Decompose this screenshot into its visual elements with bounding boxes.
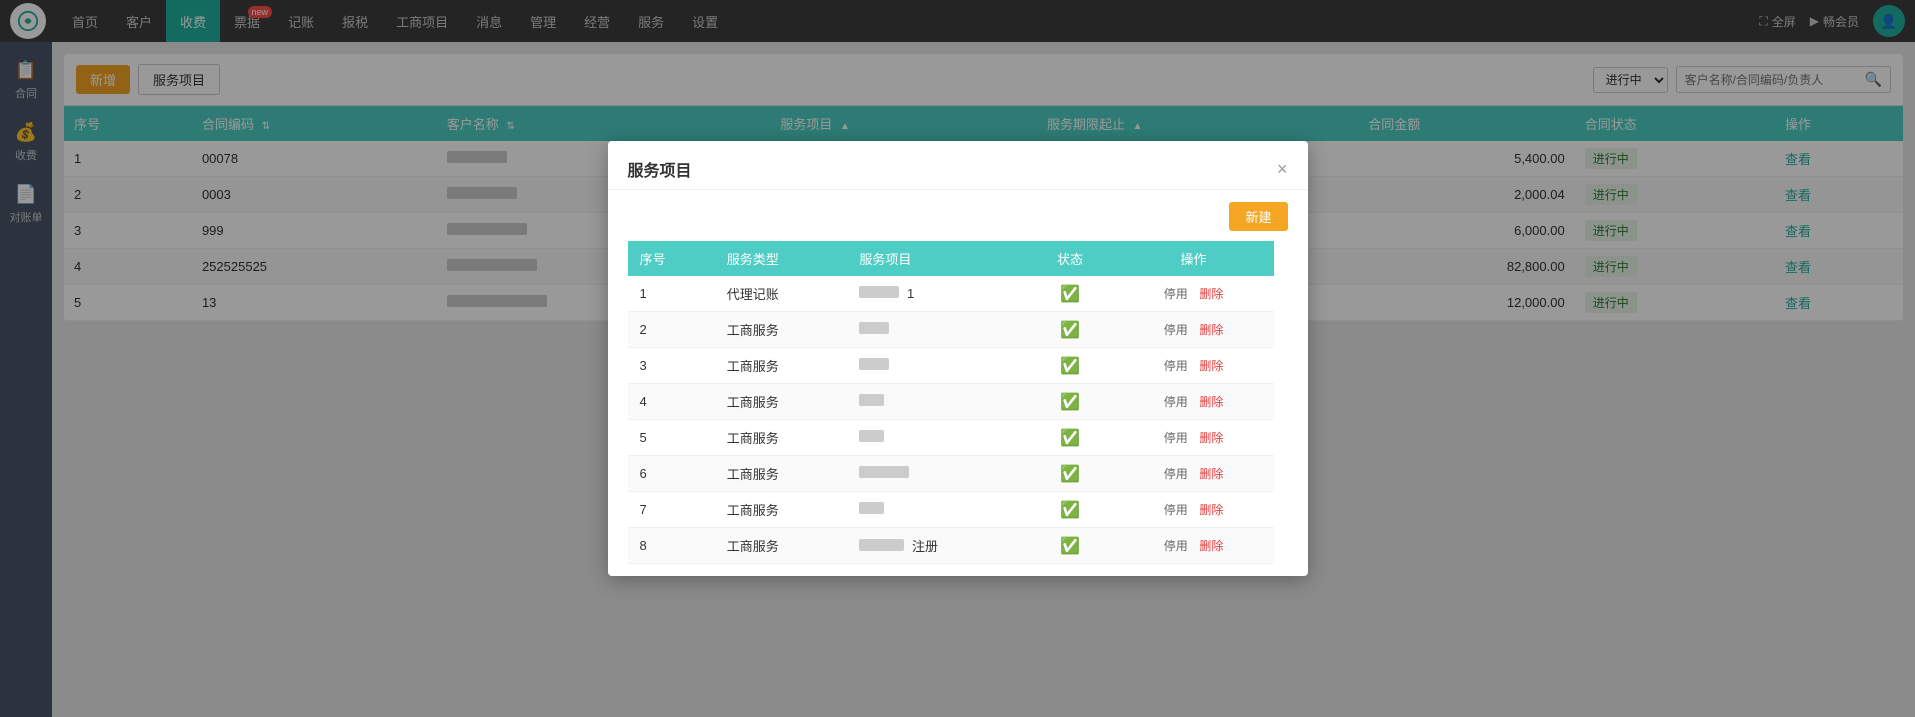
modal-cell-item xyxy=(847,348,1026,384)
modal-table-row: 2 工商服务 ✅ 停用 删除 xyxy=(628,312,1274,348)
modal-cell-type: 工商服务 xyxy=(715,420,848,456)
delete-button[interactable]: 删除 xyxy=(1195,427,1227,448)
status-check-icon: ✅ xyxy=(1060,322,1080,339)
modal-cell-type: 工商服务 xyxy=(715,456,848,492)
modal-cell-seq: 4 xyxy=(628,384,715,420)
service-items-modal: 服务项目 × 新建 序号 服务类型 服务项目 状态 操 xyxy=(608,141,1308,576)
modal-col-type: 服务类型 xyxy=(715,241,848,276)
disable-button[interactable]: 停用 xyxy=(1160,463,1192,484)
disable-button[interactable]: 停用 xyxy=(1160,391,1192,412)
modal-new-button[interactable]: 新建 xyxy=(1229,202,1287,231)
modal-table-row: 7 工商服务 ✅ 停用 删除 xyxy=(628,492,1274,528)
modal-col-status: 状态 xyxy=(1026,241,1113,276)
modal-cell-item: 注册 xyxy=(847,528,1026,564)
modal-cell-seq: 7 xyxy=(628,492,715,528)
disable-button[interactable]: 停用 xyxy=(1160,283,1192,304)
modal-cell-type: 工商服务 xyxy=(715,312,848,348)
modal-cell-action: 停用 删除 xyxy=(1114,384,1274,420)
modal-cell-status: ✅ xyxy=(1026,528,1113,564)
status-check-icon: ✅ xyxy=(1060,502,1080,519)
delete-button[interactable]: 删除 xyxy=(1195,463,1227,484)
modal-body: 新建 序号 服务类型 服务项目 状态 操作 xyxy=(608,190,1308,576)
delete-button[interactable]: 删除 xyxy=(1195,391,1227,412)
modal-cell-item xyxy=(847,420,1026,456)
modal-col-action: 操作 xyxy=(1114,241,1274,276)
status-check-icon: ✅ xyxy=(1060,394,1080,411)
modal-cell-item xyxy=(847,492,1026,528)
modal-cell-seq: 3 xyxy=(628,348,715,384)
modal-cell-action: 停用 删除 xyxy=(1114,348,1274,384)
modal-cell-item xyxy=(847,384,1026,420)
modal-toolbar: 新建 xyxy=(628,202,1288,231)
modal-title: 服务项目 xyxy=(628,157,692,181)
status-check-icon: ✅ xyxy=(1060,286,1080,303)
modal-cell-status: ✅ xyxy=(1026,492,1113,528)
modal-cell-seq: 2 xyxy=(628,312,715,348)
service-items-table: 序号 服务类型 服务项目 状态 操作 1 代理记账 1 ✅ xyxy=(628,241,1274,564)
modal-cell-type: 工商服务 xyxy=(715,384,848,420)
modal-table-row: 4 工商服务 ✅ 停用 删除 xyxy=(628,384,1274,420)
modal-cell-seq: 5 xyxy=(628,420,715,456)
modal-cell-action: 停用 删除 xyxy=(1114,456,1274,492)
modal-close-button[interactable]: × xyxy=(1277,160,1288,178)
modal-cell-action: 停用 删除 xyxy=(1114,312,1274,348)
delete-button[interactable]: 删除 xyxy=(1195,283,1227,304)
delete-button[interactable]: 删除 xyxy=(1195,499,1227,520)
modal-col-seq: 序号 xyxy=(628,241,715,276)
modal-cell-status: ✅ xyxy=(1026,312,1113,348)
modal-cell-action: 停用 删除 xyxy=(1114,420,1274,456)
modal-cell-status: ✅ xyxy=(1026,348,1113,384)
modal-cell-type: 工商服务 xyxy=(715,528,848,564)
modal-cell-seq: 8 xyxy=(628,528,715,564)
modal-cell-type: 代理记账 xyxy=(715,276,848,312)
disable-button[interactable]: 停用 xyxy=(1160,499,1192,520)
modal-col-item: 服务项目 xyxy=(847,241,1026,276)
disable-button[interactable]: 停用 xyxy=(1160,427,1192,448)
modal-cell-item: 1 xyxy=(847,276,1026,312)
modal-table-row: 3 工商服务 ✅ 停用 删除 xyxy=(628,348,1274,384)
modal-table-row: 1 代理记账 1 ✅ 停用 删除 xyxy=(628,276,1274,312)
delete-button[interactable]: 删除 xyxy=(1195,319,1227,340)
disable-button[interactable]: 停用 xyxy=(1160,355,1192,376)
modal-cell-action: 停用 删除 xyxy=(1114,492,1274,528)
modal-overlay[interactable]: 服务项目 × 新建 序号 服务类型 服务项目 状态 操 xyxy=(0,0,1915,717)
modal-cell-action: 停用 删除 xyxy=(1114,528,1274,564)
status-check-icon: ✅ xyxy=(1060,466,1080,483)
disable-button[interactable]: 停用 xyxy=(1160,319,1192,340)
delete-button[interactable]: 删除 xyxy=(1195,535,1227,556)
modal-table-row: 5 工商服务 ✅ 停用 删除 xyxy=(628,420,1274,456)
modal-cell-seq: 1 xyxy=(628,276,715,312)
modal-cell-seq: 6 xyxy=(628,456,715,492)
modal-cell-status: ✅ xyxy=(1026,420,1113,456)
modal-header: 服务项目 × xyxy=(608,141,1308,190)
status-check-icon: ✅ xyxy=(1060,430,1080,447)
modal-cell-item xyxy=(847,312,1026,348)
scrollbar-area xyxy=(1274,241,1288,564)
modal-cell-status: ✅ xyxy=(1026,384,1113,420)
modal-cell-status: ✅ xyxy=(1026,456,1113,492)
modal-cell-status: ✅ xyxy=(1026,276,1113,312)
disable-button[interactable]: 停用 xyxy=(1160,535,1192,556)
status-check-icon: ✅ xyxy=(1060,538,1080,555)
modal-cell-action: 停用 删除 xyxy=(1114,276,1274,312)
modal-cell-type: 工商服务 xyxy=(715,492,848,528)
modal-cell-type: 工商服务 xyxy=(715,348,848,384)
modal-table-row: 6 工商服务 ✅ 停用 删除 xyxy=(628,456,1274,492)
modal-table-row: 8 工商服务 注册 ✅ 停用 删除 xyxy=(628,528,1274,564)
status-check-icon: ✅ xyxy=(1060,358,1080,375)
delete-button[interactable]: 删除 xyxy=(1195,355,1227,376)
modal-cell-item xyxy=(847,456,1026,492)
